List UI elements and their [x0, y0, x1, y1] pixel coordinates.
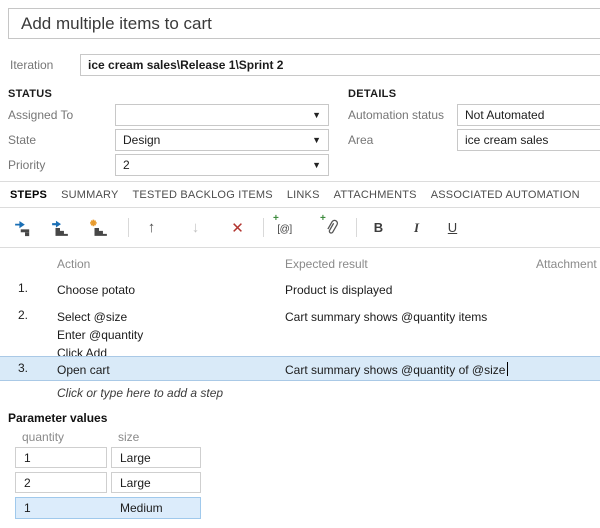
step-expected-result[interactable]: Product is displayed — [285, 281, 392, 299]
add-step-row[interactable]: Click or type here to add a step — [57, 386, 223, 400]
param-row-3-selected[interactable]: 1 Medium — [15, 497, 201, 519]
details-section-header: DETAILS — [348, 88, 396, 100]
insert-step-button[interactable] — [13, 218, 32, 238]
assigned-to-label: Assigned To — [8, 108, 73, 122]
italic-icon: I — [414, 220, 419, 236]
insert-shared-steps-icon — [51, 219, 69, 237]
step-row-1[interactable]: 1. Choose potato Product is displayed — [0, 281, 600, 301]
move-step-up-button[interactable]: ↑ — [142, 218, 161, 238]
tab-summary[interactable]: SUMMARY — [61, 189, 118, 201]
iteration-field[interactable]: ice cream sales\Release 1\Sprint 2 — [80, 54, 600, 76]
state-dropdown[interactable]: Design ▼ — [115, 129, 329, 151]
create-shared-steps-icon — [90, 219, 108, 237]
status-section-header: STATUS — [8, 88, 52, 100]
step-number: 1. — [18, 281, 28, 295]
dropdown-arrow-icon: ▼ — [312, 160, 321, 170]
step-number: 2. — [18, 308, 28, 322]
underline-button[interactable]: U — [443, 218, 462, 238]
italic-button[interactable]: I — [407, 218, 426, 238]
toolbar-separator — [128, 218, 129, 237]
step-number: 3. — [18, 361, 28, 375]
underline-icon: U — [448, 220, 457, 235]
automation-status-label: Automation status — [348, 108, 444, 122]
param-column-quantity: quantity — [22, 430, 64, 444]
automation-status-value: Not Automated — [465, 108, 544, 122]
divider — [0, 247, 600, 248]
step-action[interactable]: Open cart — [57, 361, 110, 379]
plus-icon: + — [320, 214, 326, 224]
delete-x-icon: ✕ — [231, 219, 244, 237]
iteration-label: Iteration — [10, 58, 53, 72]
title-input[interactable]: Add multiple items to cart — [8, 8, 600, 39]
tab-attachments[interactable]: ATTACHMENTS — [334, 189, 417, 201]
bold-icon: B — [374, 220, 383, 235]
move-step-down-button[interactable]: ↓ — [186, 218, 205, 238]
param-value: 2 — [24, 476, 31, 490]
param-cell-size-2[interactable]: Large — [111, 472, 201, 493]
priority-label: Priority — [8, 158, 45, 172]
bold-button[interactable]: B — [369, 218, 388, 238]
priority-value: 2 — [123, 158, 130, 172]
state-value: Design — [123, 133, 160, 147]
param-cell-size-1[interactable]: Large — [111, 447, 201, 468]
area-value: ice cream sales — [465, 133, 548, 147]
plus-icon: + — [273, 214, 279, 224]
dropdown-arrow-icon: ▼ — [312, 110, 321, 120]
tab-associated-automation[interactable]: ASSOCIATED AUTOMATION — [431, 189, 580, 201]
step-action[interactable]: Select @size Enter @quantity Click Add — [57, 308, 143, 362]
insert-parameter-button[interactable]: + [@] — [275, 218, 294, 238]
column-header-attachment: Attachment — [536, 257, 597, 271]
dropdown-arrow-icon: ▼ — [312, 135, 321, 145]
step-action[interactable]: Choose potato — [57, 281, 135, 299]
param-cell-quantity-2[interactable]: 2 — [15, 472, 107, 493]
area-field[interactable]: ice cream sales — [457, 129, 600, 151]
column-header-expected-result: Expected result — [285, 257, 368, 271]
step-expected-result[interactable]: Cart summary shows @quantity of @size — [285, 361, 508, 379]
automation-status-field[interactable]: Not Automated — [457, 104, 600, 126]
text-cursor — [507, 362, 508, 376]
param-value: 1 — [24, 501, 31, 515]
tab-steps[interactable]: STEPS — [10, 189, 47, 201]
title-text: Add multiple items to cart — [21, 14, 212, 34]
assigned-to-dropdown[interactable]: ▼ — [115, 104, 329, 126]
create-shared-steps-button[interactable] — [89, 218, 108, 238]
column-header-action: Action — [57, 257, 90, 271]
iteration-value: ice cream sales\Release 1\Sprint 2 — [88, 58, 283, 72]
insert-shared-steps-button[interactable] — [50, 218, 69, 238]
param-cell-quantity-1[interactable]: 1 — [15, 447, 107, 468]
insert-step-icon — [14, 219, 32, 237]
arrow-up-icon: ↑ — [148, 219, 156, 236]
add-attachment-button[interactable]: + — [322, 218, 341, 238]
toolbar-separator — [356, 218, 357, 237]
state-label: State — [8, 133, 36, 147]
step-row-3[interactable]: 3. Open cart Cart summary shows @quantit… — [0, 356, 600, 381]
parameter-icon: [@] — [277, 224, 291, 235]
param-value: Large — [120, 451, 151, 465]
parameter-values-header: Parameter values — [8, 411, 107, 425]
toolbar-separator — [263, 218, 264, 237]
tab-tested-backlog-items[interactable]: TESTED BACKLOG ITEMS — [133, 189, 273, 201]
param-value: Medium — [120, 501, 163, 515]
param-value: Large — [120, 476, 151, 490]
steps-toolbar: ↑ ↓ ✕ + [@] + B I U — [0, 208, 600, 247]
priority-dropdown[interactable]: 2 ▼ — [115, 154, 329, 176]
param-value: 1 — [24, 451, 31, 465]
step-expected-text: Cart summary shows @quantity of @size — [285, 363, 505, 377]
delete-step-button[interactable]: ✕ — [228, 218, 247, 238]
area-label: Area — [348, 133, 373, 147]
param-column-size: size — [118, 430, 139, 444]
step-expected-result[interactable]: Cart summary shows @quantity items — [285, 308, 487, 326]
tab-links[interactable]: LINKS — [287, 189, 320, 201]
test-case-editor: Add multiple items to cart Iteration ice… — [0, 0, 600, 528]
arrow-down-icon: ↓ — [192, 219, 200, 236]
tab-bar: STEPS SUMMARY TESTED BACKLOG ITEMS LINKS… — [0, 182, 600, 207]
